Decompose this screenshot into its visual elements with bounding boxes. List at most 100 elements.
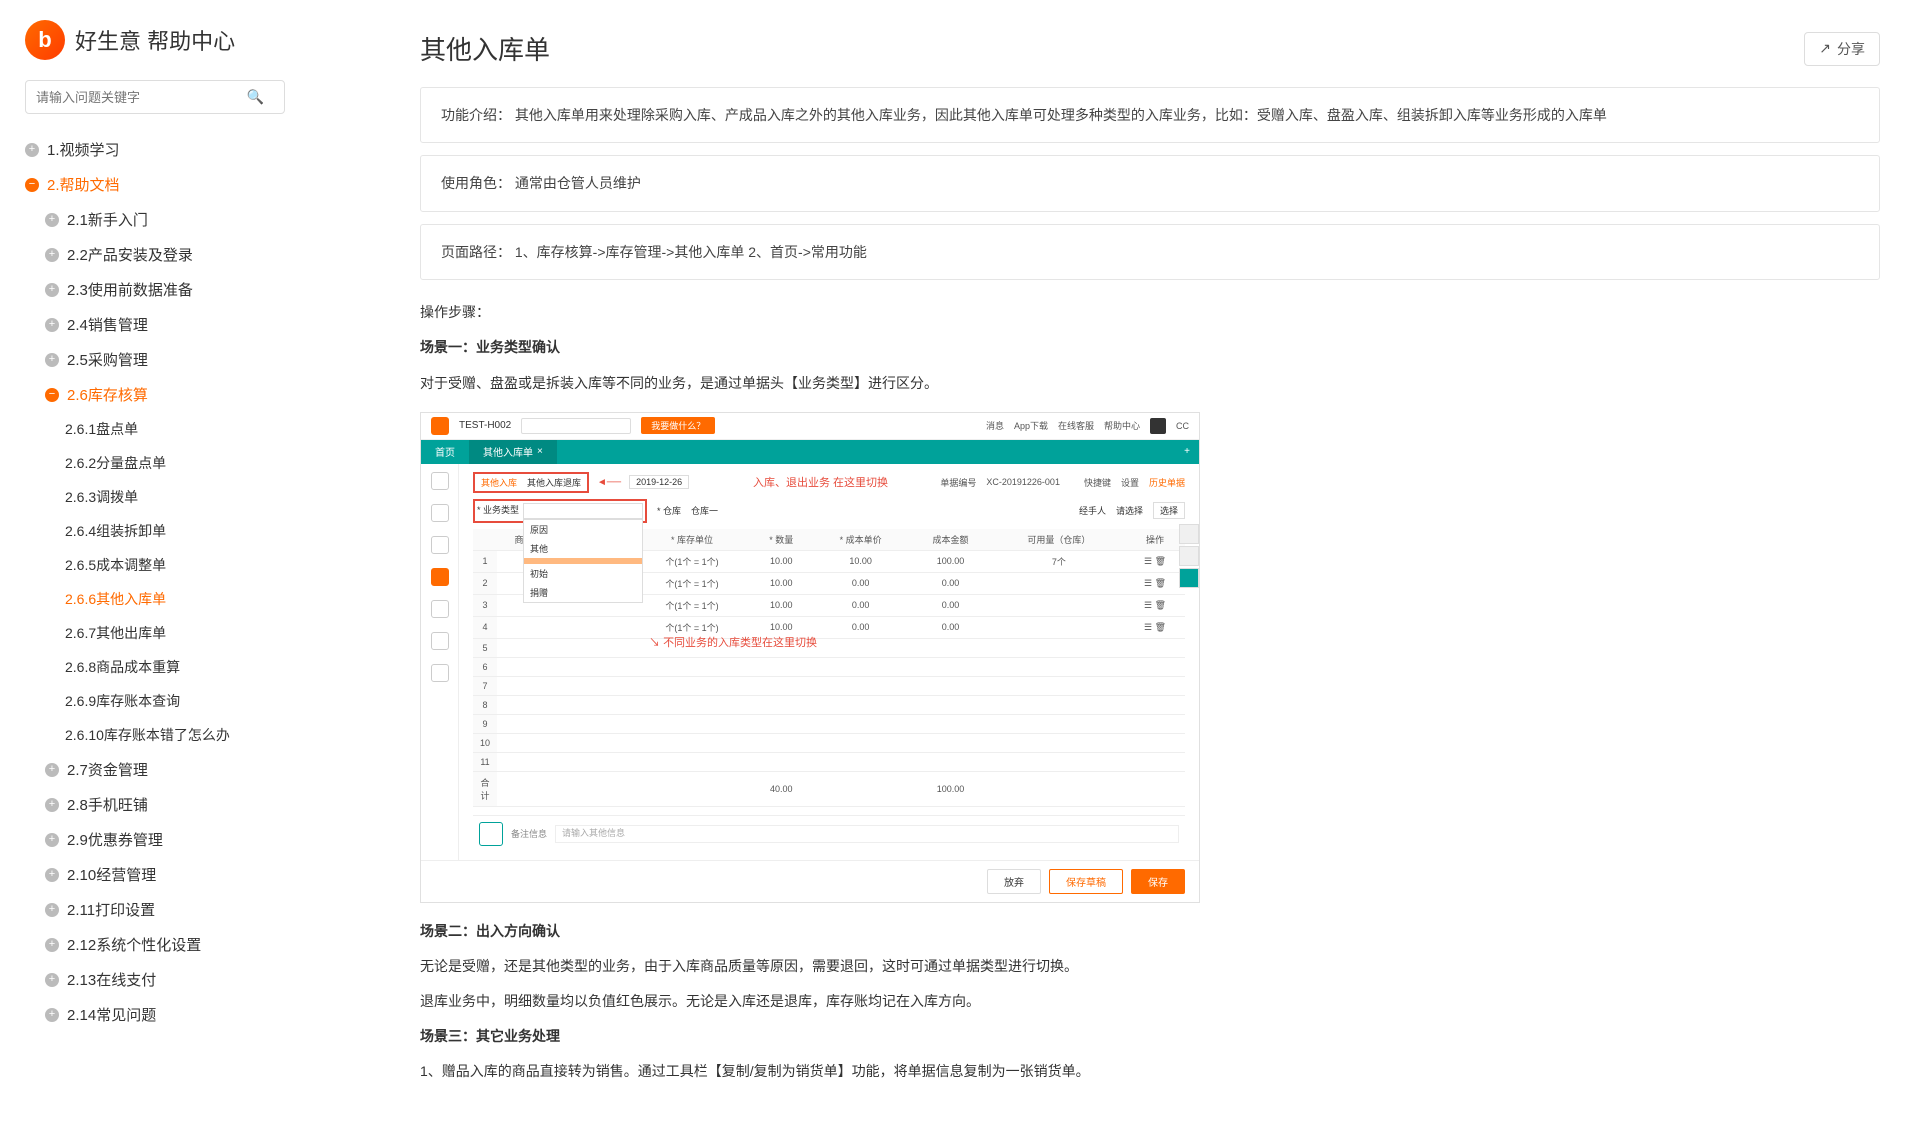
ss-tab-current[interactable]: 其他入库单 × <box>469 440 557 464</box>
table-row[interactable]: 7 <box>473 676 1185 695</box>
ss-biztype-label: * 业务类型 <box>477 503 519 516</box>
ss-rail-icon[interactable] <box>431 600 449 618</box>
ss-rail-icon[interactable] <box>431 504 449 522</box>
table-row[interactable]: 5 <box>473 638 1185 657</box>
nav-2-6[interactable]: 2.6库存核算 <box>25 377 300 412</box>
ss-link-app[interactable]: App下载 <box>1014 419 1048 432</box>
ss-discard-button[interactable]: 放弃 <box>987 869 1041 894</box>
ss-tool-icon[interactable] <box>1179 568 1199 588</box>
ss-tool-icon[interactable] <box>1179 524 1199 544</box>
close-icon[interactable]: × <box>537 446 543 457</box>
nav-2-6-10[interactable]: 2.6.10库存账本错了怎么办 <box>25 718 300 752</box>
info-label: 页面路径： <box>441 244 511 260</box>
ss-biztype-select[interactable] <box>523 503 643 519</box>
ss-person-select[interactable]: 请选择 <box>1116 504 1143 517</box>
nav-2-11[interactable]: 2.11打印设置 <box>25 892 300 927</box>
ss-rail-icon-active[interactable] <box>431 568 449 586</box>
table-row[interactable]: 8 <box>473 695 1185 714</box>
ss-wh-label: * 仓库 <box>657 504 681 517</box>
nav-2-5[interactable]: 2.5采购管理 <box>25 342 300 377</box>
nav-2-13[interactable]: 2.13在线支付 <box>25 962 300 997</box>
nav-label: 2.6.8商品成本重算 <box>65 657 180 677</box>
ss-action-button[interactable]: 我要做什么？ <box>641 417 715 434</box>
ss-radio-in[interactable]: 其他入库 <box>481 476 517 489</box>
ss-rail-icon[interactable] <box>431 536 449 554</box>
scenario-1-text: 对于受赠、盘盈或是拆装入库等不同的业务，是通过单据头【业务类型】进行区分。 <box>420 371 1880 396</box>
ss-tab-add[interactable]: + <box>1175 446 1199 457</box>
ss-link-history[interactable]: 历史单据 <box>1149 476 1185 489</box>
table-row[interactable]: 10 <box>473 733 1185 752</box>
nav-2-6-5[interactable]: 2.6.5成本调整单 <box>25 548 300 582</box>
table-row[interactable]: 6 <box>473 657 1185 676</box>
plus-icon <box>45 213 59 227</box>
nav-2-7[interactable]: 2.7资金管理 <box>25 752 300 787</box>
ss-type-radio[interactable]: 其他入库 其他入库退库 <box>473 472 589 493</box>
arrow-icon: ◄── <box>597 477 621 488</box>
nav-2-6-2[interactable]: 2.6.2分量盘点单 <box>25 446 300 480</box>
nav-label: 2.2产品安装及登录 <box>67 244 193 265</box>
ss-dd-option[interactable]: 捐赠 <box>524 583 642 602</box>
ss-link-settings[interactable]: 设置 <box>1121 476 1139 489</box>
table-total-row: 合计40.00100.00 <box>473 771 1185 806</box>
nav-2-6-1[interactable]: 2.6.1盘点单 <box>25 412 300 446</box>
nav-2-8[interactable]: 2.8手机旺铺 <box>25 787 300 822</box>
nav-label: 2.6.6其他入库单 <box>65 589 166 609</box>
ss-annotation-1: 入库、退出业务 在这里切换 <box>753 474 888 490</box>
ss-rail-icon[interactable] <box>431 664 449 682</box>
ss-dd-option[interactable]: 原因 <box>524 520 642 539</box>
ss-save-button[interactable]: 保存 <box>1131 869 1185 894</box>
ss-link-service[interactable]: 在线客服 <box>1058 419 1094 432</box>
ss-rail-icon[interactable] <box>431 472 449 490</box>
nav-2-6-9[interactable]: 2.6.9库存账本查询 <box>25 684 300 718</box>
nav-2-6-3[interactable]: 2.6.3调拨单 <box>25 480 300 514</box>
nav-label: 2.6.1盘点单 <box>65 419 138 439</box>
plus-icon <box>45 973 59 987</box>
ss-date-input[interactable]: 2019-12-26 <box>629 475 689 489</box>
ss-avatar-icon[interactable] <box>1150 418 1166 434</box>
nav-2-1[interactable]: 2.1新手入门 <box>25 202 300 237</box>
nav-helpdoc[interactable]: 2.帮助文档 <box>25 167 300 202</box>
nav-2-12[interactable]: 2.12系统个性化设置 <box>25 927 300 962</box>
ss-biztype-select-wrap: 原因 其他 初始 捐赠 <box>523 503 643 519</box>
nav-2-14[interactable]: 2.14常见问题 <box>25 997 300 1032</box>
ss-link-shortcut[interactable]: 快捷键 <box>1084 476 1111 489</box>
share-button[interactable]: ↗ 分享 <box>1804 32 1880 66</box>
embedded-screenshot: TEST-H002 我要做什么？ 消息 App下载 在线客服 帮助中心 CC <box>420 412 1200 903</box>
ss-choose-button[interactable]: 选择 <box>1153 502 1185 519</box>
ss-remark-input[interactable]: 请输入其他信息 <box>555 825 1179 843</box>
nav-2-2[interactable]: 2.2产品安装及登录 <box>25 237 300 272</box>
ss-radio-return[interactable]: 其他入库退库 <box>527 476 581 489</box>
info-label: 功能介绍： <box>441 107 511 123</box>
ss-tool-icon[interactable] <box>1179 546 1199 566</box>
plus-icon <box>45 1008 59 1022</box>
ss-dd-option[interactable]: 初始 <box>524 564 642 583</box>
ss-content: 其他入库 其他入库退库 ◄── 2019-12-26 入库、退出业务 在这里切换… <box>459 464 1199 860</box>
nav-label: 2.7资金管理 <box>67 759 148 780</box>
nav-2-6-7[interactable]: 2.6.7其他出库单 <box>25 616 300 650</box>
ss-tab-home[interactable]: 首页 <box>421 440 469 464</box>
nav-2-6-4[interactable]: 2.6.4组装拆卸单 <box>25 514 300 548</box>
ss-wh-value[interactable]: 仓库一 <box>691 504 718 517</box>
nav-video[interactable]: 1.视频学习 <box>25 132 300 167</box>
nav-2-9[interactable]: 2.9优惠券管理 <box>25 822 300 857</box>
nav-2-6-6[interactable]: 2.6.6其他入库单 <box>25 582 300 616</box>
search-icon[interactable]: 🔍 <box>247 89 264 106</box>
ss-link-msg[interactable]: 消息 <box>986 419 1004 432</box>
th-qty: * 数量 <box>750 529 813 551</box>
table-row[interactable]: 9 <box>473 714 1185 733</box>
nav-2-10[interactable]: 2.10经营管理 <box>25 857 300 892</box>
nav-label: 2.11打印设置 <box>67 899 155 920</box>
sidebar: b 好生意 帮助中心 🔍 1.视频学习 2.帮助文档 2.1新手入门 2.2产品… <box>0 0 320 1135</box>
nav-2-6-8[interactable]: 2.6.8商品成本重算 <box>25 650 300 684</box>
table-row[interactable]: 11 <box>473 752 1185 771</box>
ss-dd-option[interactable]: 其他 <box>524 539 642 558</box>
ss-top-search[interactable] <box>521 418 631 434</box>
ss-rail-icon[interactable] <box>431 632 449 650</box>
ss-draft-button[interactable]: 保存草稿 <box>1049 869 1123 894</box>
ss-link-help[interactable]: 帮助中心 <box>1104 419 1140 432</box>
table-row[interactable]: 4个(1个 = 1个)10.000.000.00☰ 🗑 <box>473 616 1185 638</box>
share-label: 分享 <box>1837 39 1865 59</box>
nav-2-4[interactable]: 2.4销售管理 <box>25 307 300 342</box>
nav-label: 2.5采购管理 <box>67 349 148 370</box>
nav-2-3[interactable]: 2.3使用前数据准备 <box>25 272 300 307</box>
